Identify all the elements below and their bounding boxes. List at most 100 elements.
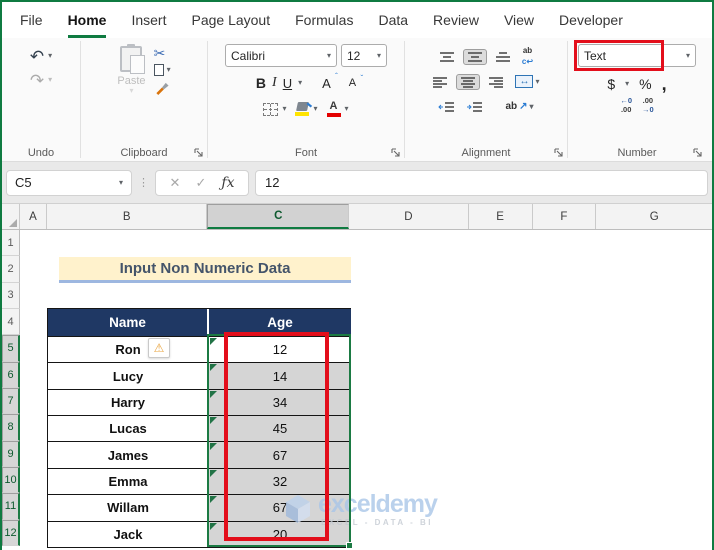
center-button[interactable] bbox=[456, 73, 481, 90]
row-header-3[interactable]: 3 bbox=[2, 282, 20, 309]
bottom-align-button[interactable] bbox=[492, 50, 514, 64]
paste-button[interactable]: Paste ▾ bbox=[117, 44, 146, 95]
drag-handle-icon[interactable]: ⋮ bbox=[138, 176, 149, 189]
chevron-down-icon[interactable]: ▾ bbox=[625, 80, 629, 88]
column-header-c[interactable]: C bbox=[207, 204, 350, 229]
tab-data[interactable]: Data bbox=[378, 2, 408, 38]
cell-c7[interactable]: 34 bbox=[209, 388, 351, 416]
accounting-format-button[interactable]: $ bbox=[607, 76, 615, 92]
row-header-6[interactable]: 6 bbox=[2, 361, 20, 388]
worksheet[interactable]: 1 2 3 4 5 6 7 8 9 10 11 12 Input Non Num… bbox=[2, 230, 712, 550]
row-header-5[interactable]: 5 bbox=[2, 335, 20, 362]
cell-b8[interactable]: Lucas bbox=[48, 415, 209, 442]
increase-indent-button[interactable] bbox=[463, 100, 486, 114]
clipboard-dialog-launcher[interactable] bbox=[194, 148, 204, 158]
font-size-dropdown[interactable]: 12 ▾ bbox=[341, 44, 387, 67]
comma-style-button[interactable]: , bbox=[662, 74, 667, 95]
number-dialog-launcher[interactable] bbox=[693, 148, 703, 158]
increase-decimal-button[interactable]: ←0.00 bbox=[620, 96, 632, 114]
row-header-8[interactable]: 8 bbox=[2, 414, 20, 441]
row-header-4[interactable]: 4 bbox=[2, 308, 20, 336]
column-header-d[interactable]: D bbox=[349, 204, 469, 229]
chevron-down-icon[interactable]: ▾ bbox=[48, 52, 52, 60]
format-painter-icon[interactable] bbox=[154, 80, 170, 95]
cell-c12[interactable]: 20 bbox=[209, 520, 351, 547]
tab-insert[interactable]: Insert bbox=[131, 2, 166, 38]
chevron-down-icon: ▾ bbox=[529, 101, 534, 111]
cut-icon[interactable]: ✂ bbox=[154, 46, 171, 60]
cell-c5-active[interactable]: 12 bbox=[209, 336, 351, 363]
font-dialog-launcher[interactable] bbox=[391, 148, 401, 158]
underline-button[interactable]: U bbox=[283, 76, 292, 91]
increase-font-size-button[interactable]: Aˆ bbox=[322, 72, 338, 91]
row-header-9[interactable]: 9 bbox=[2, 440, 20, 467]
formula-input[interactable]: 12 bbox=[255, 169, 708, 196]
chevron-down-icon[interactable]: ▾ bbox=[167, 66, 171, 74]
cell-b7[interactable]: Harry bbox=[48, 388, 209, 416]
row-header-2[interactable]: 2 bbox=[2, 256, 20, 283]
font-color-button[interactable]: A ▾ bbox=[326, 101, 349, 117]
copy-icon[interactable] bbox=[153, 61, 169, 76]
chevron-down-icon[interactable]: ▾ bbox=[298, 79, 302, 87]
increase-indent-icon bbox=[467, 101, 483, 112]
tab-developer[interactable]: Developer bbox=[559, 2, 623, 38]
column-header-b[interactable]: B bbox=[47, 204, 208, 229]
cell-b9[interactable]: James bbox=[48, 441, 209, 468]
align-right-button[interactable] bbox=[485, 75, 507, 89]
tab-formulas[interactable]: Formulas bbox=[295, 2, 353, 38]
alignment-dialog-launcher[interactable] bbox=[554, 148, 564, 158]
row-header-11[interactable]: 11 bbox=[2, 493, 20, 520]
column-header-e[interactable]: E bbox=[469, 204, 533, 229]
tab-page-layout[interactable]: Page Layout bbox=[191, 2, 270, 38]
tab-home[interactable]: Home bbox=[67, 2, 107, 38]
italic-button[interactable]: I bbox=[272, 75, 277, 91]
enter-icon[interactable]: ✓ bbox=[195, 175, 206, 191]
cell-b10[interactable]: Emma bbox=[48, 467, 209, 495]
select-all-button[interactable] bbox=[2, 204, 20, 229]
tab-review[interactable]: Review bbox=[433, 2, 479, 38]
row-header-1[interactable]: 1 bbox=[2, 230, 20, 257]
table-header-age[interactable]: Age bbox=[209, 309, 351, 336]
cell-c6[interactable]: 14 bbox=[209, 362, 351, 389]
cell-b11[interactable]: Willam bbox=[48, 494, 209, 521]
font-name-value: Calibri bbox=[231, 48, 266, 63]
decrease-indent-button[interactable] bbox=[435, 100, 458, 114]
undo-icon[interactable]: ↶ bbox=[30, 48, 44, 65]
chevron-down-icon[interactable]: ▾ bbox=[119, 178, 123, 187]
cell-c9[interactable]: 67 bbox=[209, 441, 351, 468]
align-left-button[interactable] bbox=[429, 75, 451, 89]
table-header-name[interactable]: Name bbox=[48, 309, 209, 336]
cell-b12[interactable]: Jack bbox=[48, 520, 209, 547]
column-header-a[interactable]: A bbox=[20, 204, 47, 229]
cancel-icon[interactable]: ✕ bbox=[170, 175, 181, 191]
cell-c10[interactable]: 32 bbox=[209, 467, 351, 495]
sheet-title-cell[interactable]: Input Non Numeric Data bbox=[59, 257, 351, 283]
column-header-g[interactable]: G bbox=[596, 204, 712, 229]
orientation-button[interactable]: ab ↗ ▾ bbox=[502, 100, 536, 113]
decrease-decimal-button[interactable]: .00 →0 bbox=[642, 96, 654, 114]
font-name-dropdown[interactable]: Calibri ▾ bbox=[225, 44, 337, 67]
tab-view[interactable]: View bbox=[504, 2, 534, 38]
bold-button[interactable]: B bbox=[256, 75, 266, 91]
cell-b5[interactable]: Ron bbox=[48, 336, 209, 363]
error-checking-warning-icon[interactable]: ⚠ bbox=[148, 338, 170, 358]
top-align-button[interactable] bbox=[436, 50, 458, 64]
row-header-7[interactable]: 7 bbox=[2, 387, 20, 415]
name-box[interactable]: C5 ▾ bbox=[6, 169, 132, 196]
cell-b6[interactable]: Lucy bbox=[48, 362, 209, 389]
tab-file[interactable]: File bbox=[20, 2, 43, 38]
insert-function-icon[interactable]: ƒx bbox=[221, 175, 234, 191]
column-header-f[interactable]: F bbox=[533, 204, 597, 229]
decrease-font-size-button[interactable]: Aˇ bbox=[349, 74, 363, 89]
cell-c11[interactable]: 67 bbox=[209, 494, 351, 521]
row-header-12[interactable]: 12 bbox=[2, 519, 20, 546]
fill-color-button[interactable]: ▾ bbox=[295, 102, 318, 116]
redo-icon[interactable]: ↷ bbox=[30, 72, 44, 89]
borders-button[interactable]: ▾ bbox=[263, 102, 286, 116]
row-header-10[interactable]: 10 bbox=[2, 466, 20, 494]
wrap-text-button[interactable]: ab c↩ bbox=[519, 46, 536, 67]
middle-align-button[interactable] bbox=[462, 48, 487, 65]
percent-style-button[interactable]: % bbox=[639, 76, 651, 92]
merge-center-button[interactable]: ↔ ▾ bbox=[512, 74, 542, 89]
cell-c8[interactable]: 45 bbox=[209, 415, 351, 442]
